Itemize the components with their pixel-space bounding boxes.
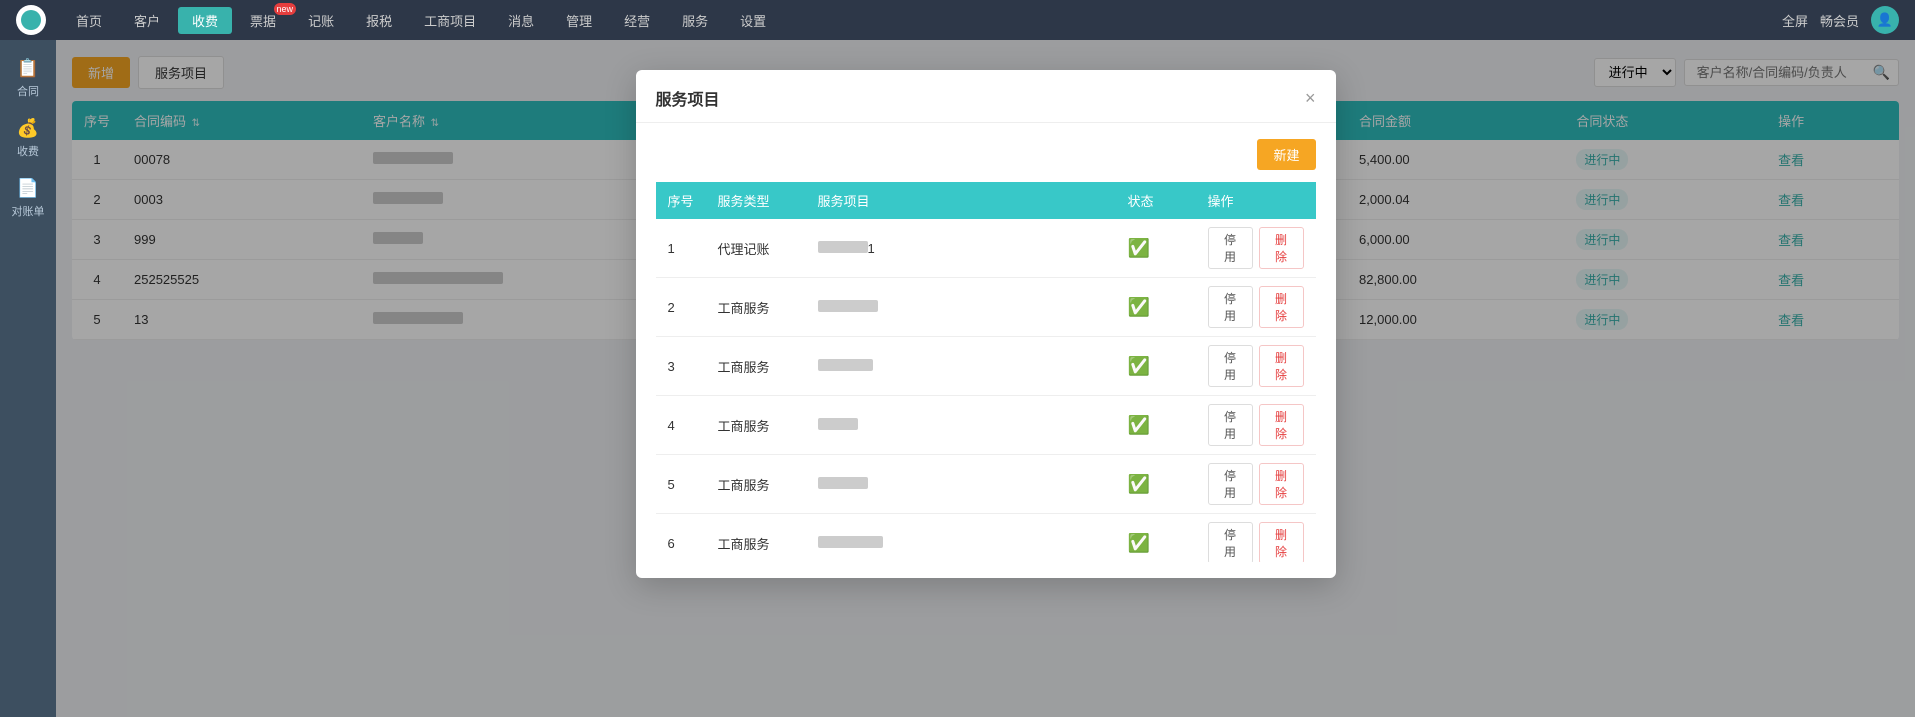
modal-header: 服务项目 × bbox=[636, 70, 1336, 123]
mrow-type: 代理记账 bbox=[706, 219, 806, 278]
mrow-status: ✅ bbox=[1116, 455, 1196, 514]
user-avatar[interactable]: 👤 bbox=[1871, 6, 1899, 34]
modal-body: 新建 序号 服务类型 服务项目 状态 操作 bbox=[636, 123, 1336, 578]
mrow-status: ✅ bbox=[1116, 396, 1196, 455]
mth-seq: 序号 bbox=[656, 182, 706, 219]
nav-commerce[interactable]: 工商项目 bbox=[410, 7, 490, 34]
sidebar-label-contract: 合同 bbox=[17, 83, 39, 99]
fullscreen-button[interactable]: 全屏 bbox=[1782, 11, 1808, 30]
service-items-table: 序号 服务类型 服务项目 状态 操作 1 代理记账 bbox=[656, 182, 1316, 562]
modal-table-row: 5 工商服务 ✅ 停用 删除 bbox=[656, 455, 1316, 514]
sidebar-label-charge: 收费 bbox=[17, 143, 39, 159]
nav-operation[interactable]: 经营 bbox=[610, 7, 664, 34]
mrow-actions: 停用 删除 bbox=[1196, 514, 1316, 563]
stop-button[interactable]: 停用 bbox=[1208, 227, 1253, 269]
mrow-seq: 3 bbox=[656, 337, 706, 396]
mrow-type: 工商服务 bbox=[706, 396, 806, 455]
nav-service[interactable]: 服务 bbox=[668, 7, 722, 34]
nav-message[interactable]: 消息 bbox=[494, 7, 548, 34]
modal-close-button[interactable]: × bbox=[1305, 88, 1316, 109]
stop-button[interactable]: 停用 bbox=[1208, 286, 1253, 328]
mrow-actions: 停用 删除 bbox=[1196, 337, 1316, 396]
mth-item: 服务项目 bbox=[806, 182, 1116, 219]
nav-settings[interactable]: 设置 bbox=[726, 7, 780, 34]
nav-accounting[interactable]: 记账 bbox=[294, 7, 348, 34]
modal-table-row: 4 工商服务 ✅ 停用 删除 bbox=[656, 396, 1316, 455]
mrow-type: 工商服务 bbox=[706, 514, 806, 563]
main-layout: 📋 合同 💰 收费 📄 对账单 新增 服务项目 进行中 全部 已结束 bbox=[0, 40, 1915, 717]
modal-table-row: 1 代理记账 1 ✅ 停用 删除 bbox=[656, 219, 1316, 278]
mrow-actions: 停用 删除 bbox=[1196, 278, 1316, 337]
mrow-seq: 2 bbox=[656, 278, 706, 337]
modal-overlay: 服务项目 × 新建 序号 服务类型 服务项目 bbox=[56, 40, 1915, 717]
contract-icon: 📋 bbox=[17, 58, 39, 79]
app-logo bbox=[16, 5, 46, 35]
stop-button[interactable]: 停用 bbox=[1208, 345, 1253, 387]
sidebar-item-charge[interactable]: 💰 收费 bbox=[0, 110, 56, 166]
main-content: 新增 服务项目 进行中 全部 已结束 🔍 序号 合 bbox=[56, 40, 1915, 717]
nav-home[interactable]: 首页 bbox=[62, 7, 116, 34]
delete-button[interactable]: 删除 bbox=[1259, 227, 1304, 269]
delete-button[interactable]: 删除 bbox=[1259, 404, 1304, 446]
mrow-seq: 6 bbox=[656, 514, 706, 563]
top-navigation: 首页 客户 收费 票据 new 记账 报税 工商项目 消息 管理 经营 服务 设… bbox=[0, 0, 1915, 40]
mrow-seq: 1 bbox=[656, 219, 706, 278]
modal-table-header: 序号 服务类型 服务项目 状态 操作 bbox=[656, 182, 1316, 219]
mrow-type: 工商服务 bbox=[706, 337, 806, 396]
nav-invoice[interactable]: 票据 new bbox=[236, 7, 290, 34]
mrow-status: ✅ bbox=[1116, 278, 1196, 337]
stop-button[interactable]: 停用 bbox=[1208, 404, 1253, 446]
sidebar-label-statement: 对账单 bbox=[12, 203, 45, 219]
mrow-item bbox=[806, 514, 1116, 563]
mth-type: 服务类型 bbox=[706, 182, 806, 219]
modal-table-wrap: 序号 服务类型 服务项目 状态 操作 1 代理记账 bbox=[656, 182, 1316, 562]
mrow-type: 工商服务 bbox=[706, 455, 806, 514]
mrow-item bbox=[806, 455, 1116, 514]
nav-tax[interactable]: 报税 bbox=[352, 7, 406, 34]
nav-manage[interactable]: 管理 bbox=[552, 7, 606, 34]
stop-button[interactable]: 停用 bbox=[1208, 463, 1253, 505]
delete-button[interactable]: 删除 bbox=[1259, 286, 1304, 328]
modal-toolbar: 新建 bbox=[656, 139, 1316, 170]
sidebar-item-contract[interactable]: 📋 合同 bbox=[0, 50, 56, 106]
mrow-type: 工商服务 bbox=[706, 278, 806, 337]
delete-button[interactable]: 删除 bbox=[1259, 522, 1304, 562]
mrow-status: ✅ bbox=[1116, 514, 1196, 563]
nav-right: 全屏 畅会员 👤 bbox=[1782, 6, 1899, 34]
service-item-modal: 服务项目 × 新建 序号 服务类型 服务项目 bbox=[636, 70, 1336, 578]
member-button[interactable]: 畅会员 bbox=[1820, 11, 1859, 30]
nav-customer[interactable]: 客户 bbox=[120, 7, 174, 34]
modal-table-row: 6 工商服务 ✅ 停用 删除 bbox=[656, 514, 1316, 563]
mrow-status: ✅ bbox=[1116, 337, 1196, 396]
nav-charge[interactable]: 收费 bbox=[178, 7, 232, 34]
charge-icon: 💰 bbox=[17, 118, 39, 139]
mrow-actions: 停用 删除 bbox=[1196, 455, 1316, 514]
mrow-item: 1 bbox=[806, 219, 1116, 278]
modal-title: 服务项目 bbox=[656, 86, 720, 110]
sidebar-item-statement[interactable]: 📄 对账单 bbox=[0, 170, 56, 226]
modal-table-row: 3 工商服务 ✅ 停用 删除 bbox=[656, 337, 1316, 396]
mrow-actions: 停用 删除 bbox=[1196, 219, 1316, 278]
mrow-seq: 4 bbox=[656, 396, 706, 455]
new-badge: new bbox=[274, 3, 297, 15]
modal-table-body: 1 代理记账 1 ✅ 停用 删除 bbox=[656, 219, 1316, 562]
mrow-item bbox=[806, 396, 1116, 455]
stop-button[interactable]: 停用 bbox=[1208, 522, 1253, 562]
mrow-item bbox=[806, 278, 1116, 337]
delete-button[interactable]: 删除 bbox=[1259, 463, 1304, 505]
mrow-status: ✅ bbox=[1116, 219, 1196, 278]
modal-table-row: 2 工商服务 ✅ 停用 删除 bbox=[656, 278, 1316, 337]
mth-action: 操作 bbox=[1196, 182, 1316, 219]
mrow-item bbox=[806, 337, 1116, 396]
statement-icon: 📄 bbox=[17, 178, 39, 199]
sidebar: 📋 合同 💰 收费 📄 对账单 bbox=[0, 40, 56, 717]
mrow-actions: 停用 删除 bbox=[1196, 396, 1316, 455]
mth-status: 状态 bbox=[1116, 182, 1196, 219]
mrow-seq: 5 bbox=[656, 455, 706, 514]
modal-new-button[interactable]: 新建 bbox=[1257, 139, 1315, 170]
delete-button[interactable]: 删除 bbox=[1259, 345, 1304, 387]
